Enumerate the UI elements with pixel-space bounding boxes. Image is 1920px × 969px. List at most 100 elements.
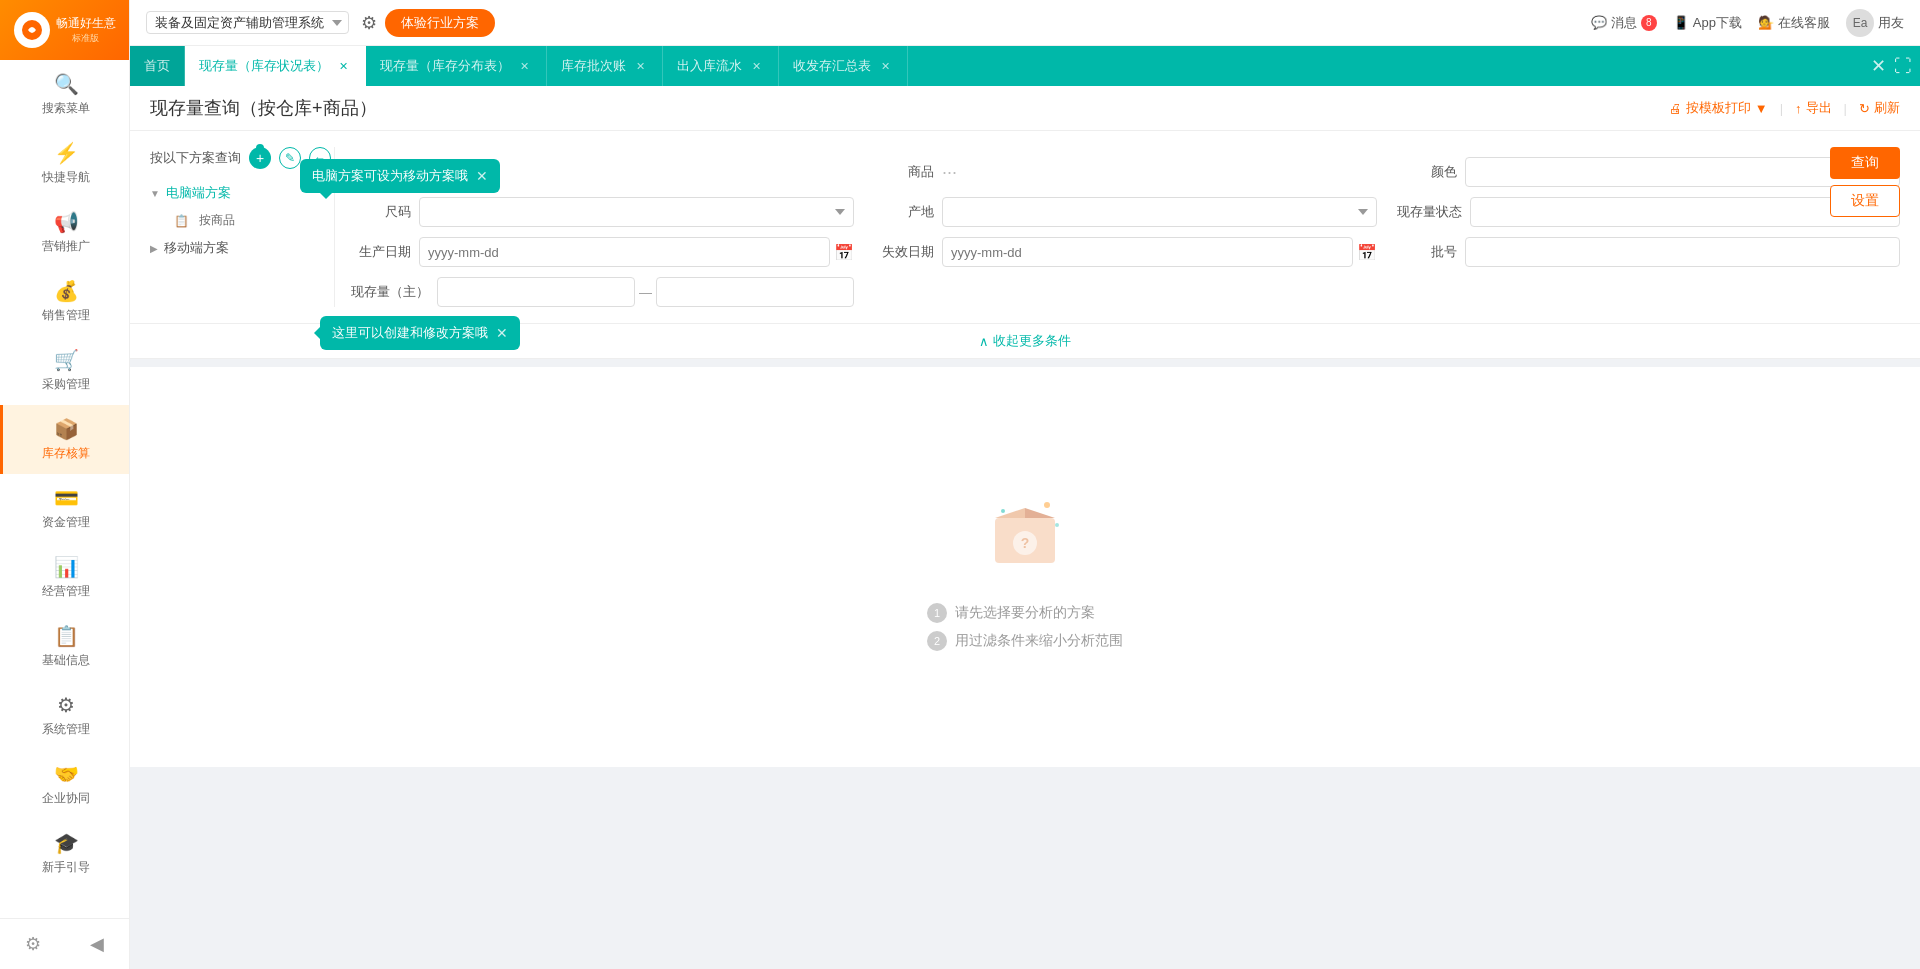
guide-icon: 🎓 <box>54 831 79 855</box>
tab-batch-ledger-close[interactable]: ✕ <box>632 58 648 74</box>
print-arrow: ▼ <box>1755 101 1768 116</box>
stock-qty-max-input[interactable] <box>656 277 854 307</box>
goods-label: 商品 <box>874 163 934 181</box>
svg-text:?: ? <box>1021 535 1030 551</box>
collapse-btn[interactable]: ∧ 收起更多条件 <box>979 332 1071 350</box>
sidebar-item-basic[interactable]: 📋 基础信息 <box>0 612 129 681</box>
app-logo: 畅通好生意 标准版 <box>0 0 129 60</box>
origin-select[interactable] <box>942 197 1377 227</box>
sidebar-item-guide[interactable]: 🎓 新手引导 <box>0 819 129 888</box>
sidebar-label-operations: 经营管理 <box>42 583 90 600</box>
step-1-text: 请先选择要分析的方案 <box>955 604 1095 622</box>
batch-no-input[interactable] <box>1465 237 1900 267</box>
tab-inout-flow-label: 出入库流水 <box>677 57 742 75</box>
expire-date-group: 📅 <box>942 237 1377 267</box>
tab-inout-flow-close[interactable]: ✕ <box>748 58 764 74</box>
filter-stock-qty: 现存量（主） — <box>351 277 854 307</box>
collapse-footer-btn[interactable]: ◀ <box>82 929 112 959</box>
filter-goods: 商品 ··· <box>874 157 1377 187</box>
collapse-up-icon: ∧ <box>979 334 989 349</box>
empty-state: ? 1 请先选择要分析的方案 2 用过滤条件来缩小分析范围 <box>130 367 1920 767</box>
refresh-btn[interactable]: ↻ 刷新 <box>1859 99 1900 117</box>
edit-scheme-btn[interactable]: ✎ <box>279 147 301 169</box>
sidebar-item-operations[interactable]: 📊 经营管理 <box>0 543 129 612</box>
tab-batch-ledger[interactable]: 库存批次账 ✕ <box>547 46 663 86</box>
tab-inventory-dist-close[interactable]: ✕ <box>516 58 532 74</box>
export-label: 导出 <box>1806 99 1832 117</box>
print-btn[interactable]: 🖨 按模板打印 ▼ <box>1669 99 1768 117</box>
size-select[interactable] <box>419 197 854 227</box>
tab-home-label: 首页 <box>144 57 170 75</box>
tab-inventory-dist[interactable]: 现存量（库存分布表） ✕ <box>366 46 547 86</box>
purchase-icon: 🛒 <box>54 348 79 372</box>
close-all-tabs-btn[interactable]: ✕ <box>1871 55 1886 77</box>
produce-date-input[interactable] <box>419 237 830 267</box>
sidebar-item-finance[interactable]: 💳 资金管理 <box>0 474 129 543</box>
app-download-action[interactable]: 📱 App下载 <box>1673 14 1742 32</box>
filter-row-header: 按以下方案查询 + ✎ ← <box>150 147 322 169</box>
messages-action[interactable]: 💬 消息 8 <box>1591 14 1657 32</box>
sidebar-item-enterprise[interactable]: 🤝 企业协同 <box>0 750 129 819</box>
stock-qty-min-input[interactable] <box>437 277 635 307</box>
avatar: Ea <box>1846 9 1874 37</box>
tab-collection-close[interactable]: ✕ <box>877 58 893 74</box>
goods-dots[interactable]: ··· <box>942 163 957 181</box>
sep2: | <box>1844 101 1847 116</box>
avatar-initials: Ea <box>1853 16 1868 30</box>
tab-inventory-status-close[interactable]: ✕ <box>335 58 351 74</box>
sidebar-label-enterprise: 企业协同 <box>42 790 90 807</box>
system-selector[interactable]: 装备及固定资产辅助管理系统 <box>146 11 349 34</box>
sidebar-item-marketing[interactable]: 📢 营销推广 <box>0 198 129 267</box>
stock-qty-label: 现存量（主） <box>351 283 429 301</box>
export-btn[interactable]: ↑ 导出 <box>1795 99 1832 117</box>
expire-date-input[interactable] <box>942 237 1353 267</box>
export-icon: ↑ <box>1795 101 1802 116</box>
empty-steps: 1 请先选择要分析的方案 2 用过滤条件来缩小分析范围 <box>927 603 1123 651</box>
sidebar-item-system[interactable]: ⚙ 系统管理 <box>0 681 129 750</box>
scheme-item-mobile[interactable]: ▶ 移动端方案 <box>150 236 322 260</box>
svg-marker-2 <box>995 508 1025 518</box>
pc-scheme-tooltip-close[interactable]: ✕ <box>476 169 488 183</box>
tab-bar-actions: ✕ ⛶ <box>1871 55 1920 77</box>
sidebar-label-search: 搜索菜单 <box>42 100 90 117</box>
sidebar-item-quick[interactable]: ⚡ 快捷导航 <box>0 129 129 198</box>
tab-inout-flow[interactable]: 出入库流水 ✕ <box>663 46 779 86</box>
filter-grid: 仓库 ··· 商品 ··· 颜色 尺码 <box>351 157 1900 307</box>
tab-inventory-status-label: 现存量（库存状况表） <box>199 57 329 75</box>
settings-icon[interactable]: ⚙ <box>361 12 377 34</box>
create-scheme-tooltip-close[interactable]: ✕ <box>496 326 508 340</box>
stock-qty-range: — <box>437 277 854 307</box>
settings-footer-btn[interactable]: ⚙ <box>17 929 49 959</box>
produce-date-icon[interactable]: 📅 <box>834 243 854 262</box>
scheme-item-pc[interactable]: ▼ 电脑端方案 <box>150 181 322 205</box>
sidebar-item-search[interactable]: 🔍 搜索菜单 <box>0 60 129 129</box>
create-scheme-tooltip: 这里可以创建和修改方案哦 ✕ <box>320 316 520 350</box>
message-label: 消息 <box>1611 14 1637 32</box>
tab-home[interactable]: 首页 <box>130 46 185 86</box>
collapse-label: 收起更多条件 <box>993 332 1071 350</box>
sidebar-label-quick: 快捷导航 <box>42 169 90 186</box>
maximize-btn[interactable]: ⛶ <box>1894 56 1912 77</box>
tab-bar: 首页 现存量（库存状况表） ✕ 现存量（库存分布表） ✕ 库存批次账 ✕ 出入库… <box>130 46 1920 86</box>
sidebar-item-purchase[interactable]: 🛒 采购管理 <box>0 336 129 405</box>
user-action[interactable]: Ea 用友 <box>1846 9 1904 37</box>
filter-size: 尺码 <box>351 197 854 227</box>
inventory-icon: 📦 <box>54 417 79 441</box>
scheme-item-pc-default[interactable]: 📋 按商品 <box>170 209 322 232</box>
batch-no-label: 批号 <box>1397 243 1457 261</box>
support-action[interactable]: 💁 在线客服 <box>1758 14 1830 32</box>
mobile-icon: 📱 <box>1673 15 1689 30</box>
enterprise-icon: 🤝 <box>54 762 79 786</box>
quick-icon: ⚡ <box>54 141 79 165</box>
support-icon: 💁 <box>1758 15 1774 30</box>
search-button[interactable]: 查询 <box>1830 147 1900 179</box>
sidebar-item-inventory[interactable]: 📦 库存核算 <box>0 405 129 474</box>
reset-button[interactable]: 设置 <box>1830 185 1900 217</box>
trial-button[interactable]: 体验行业方案 <box>385 9 495 37</box>
tab-inventory-status[interactable]: 现存量（库存状况表） ✕ <box>185 46 366 86</box>
range-dash: — <box>639 285 652 300</box>
tab-collection[interactable]: 收发存汇总表 ✕ <box>779 46 908 86</box>
sidebar-item-sales[interactable]: 💰 销售管理 <box>0 267 129 336</box>
finance-icon: 💳 <box>54 486 79 510</box>
expire-date-icon[interactable]: 📅 <box>1357 243 1377 262</box>
